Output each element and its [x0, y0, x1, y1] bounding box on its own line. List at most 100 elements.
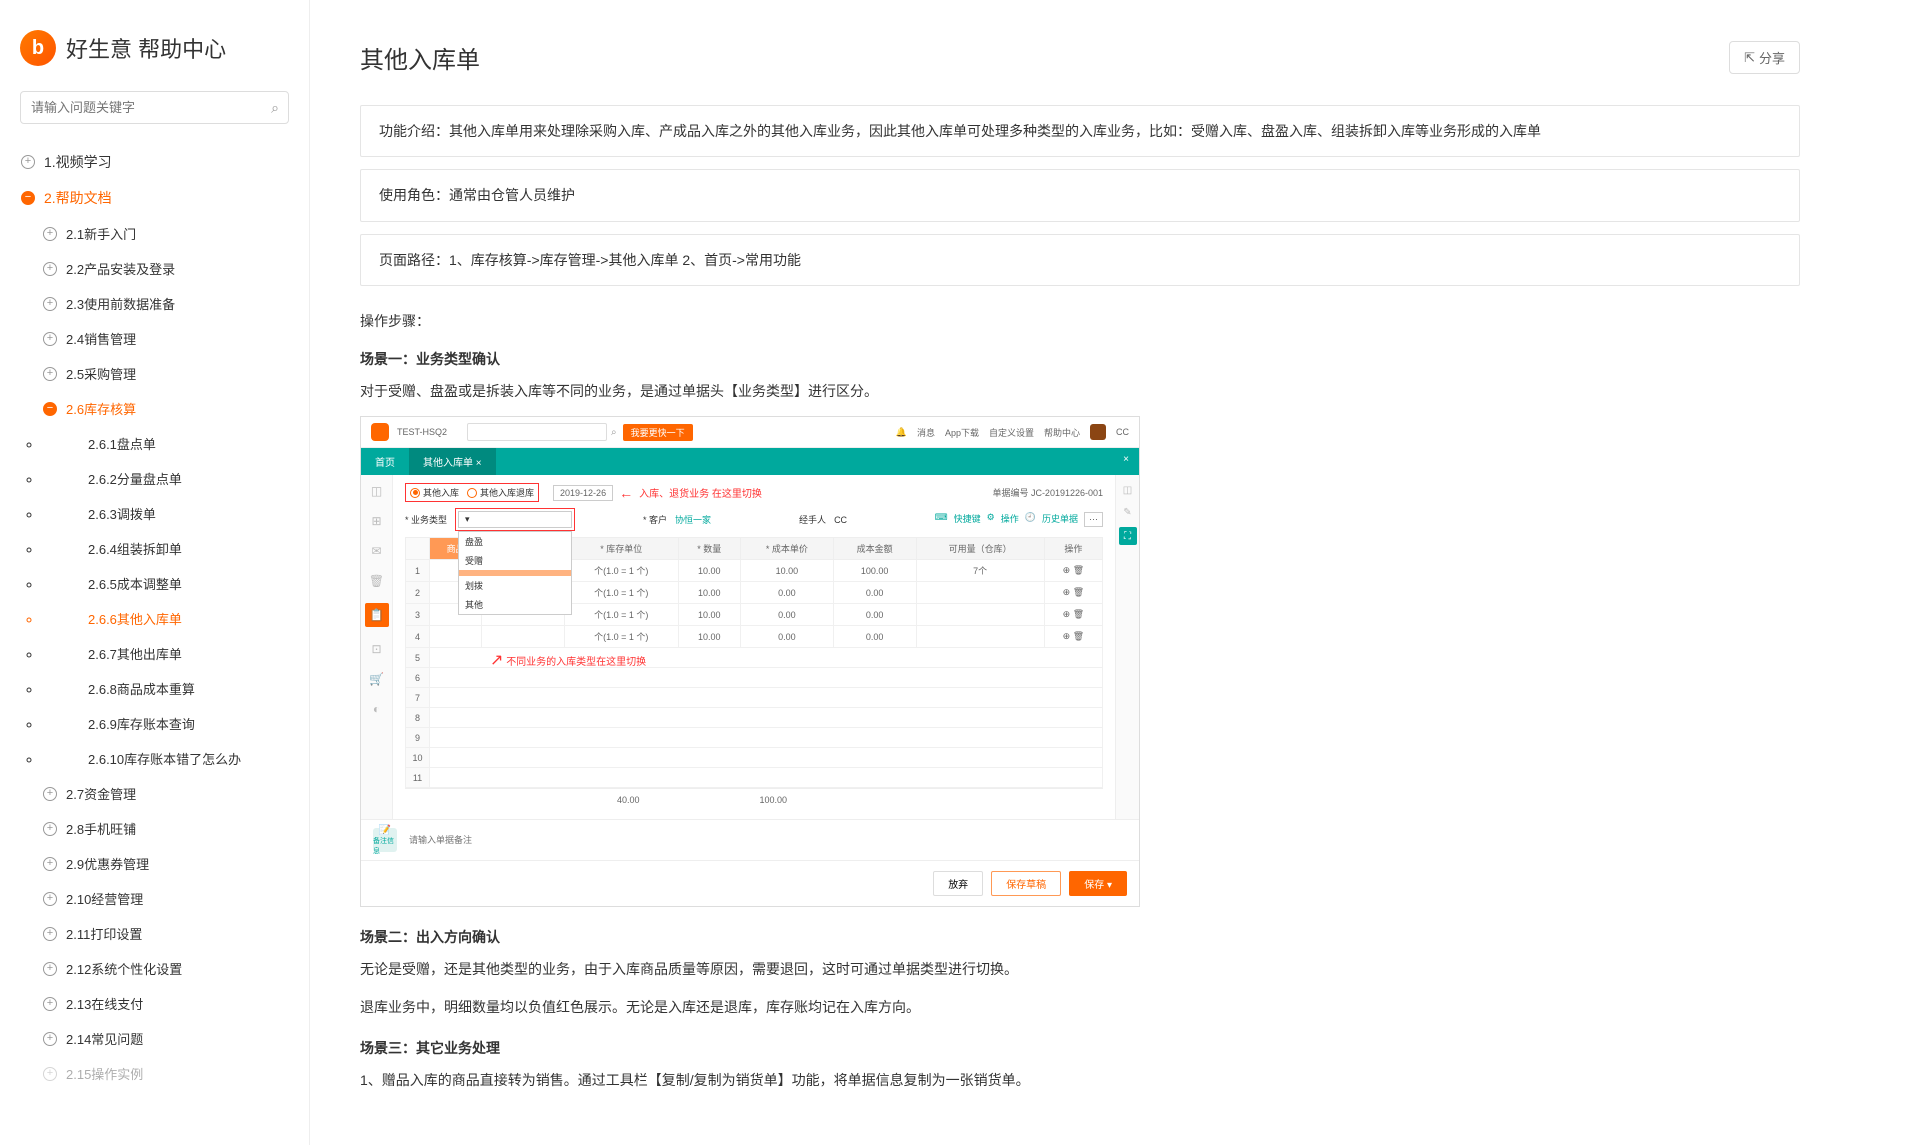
plus-icon: [43, 892, 57, 906]
ss-draft-button: 保存草稿: [991, 871, 1061, 896]
plus-icon: [43, 332, 57, 346]
ss-radio-icon: [410, 488, 420, 498]
nav-2-6-9[interactable]: 2.6.9库存账本查询: [42, 706, 289, 741]
path-box: 页面路径：1、库存核算->库存管理->其他入库单 2、首页->常用功能: [360, 234, 1800, 286]
ss-annotation-1: 入库、退货业务 在这里切换: [639, 485, 762, 500]
main-content: 其他入库单 ⇱分享 功能介绍：其他入库单用来处理除采购入库、产成品入库之外的其他…: [310, 0, 1850, 1145]
path-text: 1、库存核算->库存管理->其他入库单 2、首页->常用功能: [449, 252, 801, 268]
ss-nav-icon: 🗑: [369, 573, 385, 589]
ss-nav-icon: ⊞: [369, 513, 385, 529]
plus-icon: [43, 927, 57, 941]
nav-2-8[interactable]: 2.8手机旺铺: [42, 811, 289, 846]
scene1-title: 场景一：业务类型确认: [360, 349, 1800, 369]
nav-2-6-4[interactable]: 2.6.4组装拆卸单: [42, 531, 289, 566]
nav-2-4[interactable]: 2.4销售管理: [42, 321, 289, 356]
share-button[interactable]: ⇱分享: [1729, 41, 1800, 74]
ss-arrow-icon: ←: [619, 485, 633, 501]
intro-label: 功能介绍：: [379, 123, 449, 139]
nav: 1.视频学习 2.帮助文档 2.1新手入门 2.2产品安装及登录 2.3使用前数…: [20, 144, 289, 1091]
ss-remark-input: [405, 831, 1127, 849]
ss-avatar-icon: [1090, 424, 1106, 440]
nav-2-11[interactable]: 2.11打印设置: [42, 916, 289, 951]
nav-2-6-7[interactable]: 2.6.7其他出库单: [42, 636, 289, 671]
scene2-desc1: 无论是受赠，还是其他类型的业务，由于入库商品质量等原因，需要退回，这时可通过单据…: [360, 957, 1800, 982]
nav-2-6-3[interactable]: 2.6.3调拨单: [42, 496, 289, 531]
ss-search-icon: ⌕: [611, 427, 617, 438]
steps-title: 操作步骤：: [360, 311, 1800, 331]
nav-2-6[interactable]: 2.6库存核算: [42, 391, 289, 426]
ss-nav-icon: 🛒: [369, 671, 385, 687]
embedded-screenshot: TEST-HSQ2 ⌕ 我要更快一下 🔔消息 App下载 自定义设置 帮助中心 …: [360, 416, 1140, 907]
ss-save-button: 保存 ▾: [1069, 871, 1127, 896]
logo-row: b 好生意 帮助中心: [20, 30, 289, 66]
nav-help-docs[interactable]: 2.帮助文档: [20, 180, 289, 216]
nav-2-6-1[interactable]: 2.6.1盘点单: [42, 426, 289, 461]
ss-cancel-button: 放弃: [933, 871, 983, 896]
role-label: 使用角色：: [379, 187, 449, 203]
plus-icon: [43, 962, 57, 976]
plus-icon: [43, 1067, 57, 1081]
ss-nav-icon: ✉: [369, 543, 385, 559]
scene3-title: 场景三：其它业务处理: [360, 1038, 1800, 1058]
nav-2-1[interactable]: 2.1新手入门: [42, 216, 289, 251]
ss-gear-icon: ⚙: [987, 512, 995, 527]
nav-2-12[interactable]: 2.12系统个性化设置: [42, 951, 289, 986]
minus-icon: [43, 402, 57, 416]
ss-remark-icon: 📝备注信息: [373, 828, 397, 852]
nav-2-9[interactable]: 2.9优惠券管理: [42, 846, 289, 881]
nav-video[interactable]: 1.视频学习: [20, 144, 289, 180]
nav-2-7[interactable]: 2.7资金管理: [42, 776, 289, 811]
ss-nav-icon: ◫: [369, 483, 385, 499]
plus-icon: [43, 787, 57, 801]
ss-tab-home: 首页: [361, 448, 409, 475]
ss-nav-icon-active: 📋: [365, 603, 389, 627]
plus-icon: [43, 227, 57, 241]
nav-2-6-8[interactable]: 2.6.8商品成本重算: [42, 671, 289, 706]
scene3-desc: 1、赠品入库的商品直接转为销售。通过工具栏【复制/复制为销货单】功能，将单据信息…: [360, 1068, 1800, 1093]
ss-annotation-2: ↗ 不同业务的入库类型在这里切换: [490, 650, 646, 670]
logo-text: 好生意 帮助中心: [66, 32, 226, 64]
ss-hotkey-icon: ⌨: [935, 512, 948, 527]
nav-2-6-6[interactable]: 2.6.6其他入库单: [42, 601, 289, 636]
ss-tenant-id: TEST-HSQ2: [397, 427, 447, 437]
plus-icon: [43, 1032, 57, 1046]
search-icon[interactable]: ⌕: [271, 99, 279, 116]
scene2-title: 场景二：出入方向确认: [360, 927, 1800, 947]
share-icon: ⇱: [1744, 50, 1755, 66]
intro-text: 其他入库单用来处理除采购入库、产成品入库之外的其他入库业务，因此其他入库单可处理…: [449, 123, 1541, 139]
scene2-desc2: 退库业务中，明细数量均以负值红色展示。无论是入库还是退库，库存账均记在入库方向。: [360, 995, 1800, 1020]
page-title: 其他入库单: [360, 40, 480, 75]
ss-right-icon: ⛶: [1119, 527, 1137, 545]
plus-icon: [43, 262, 57, 276]
nav-2-15[interactable]: 2.15操作实例: [42, 1056, 289, 1091]
nav-2-3[interactable]: 2.3使用前数据准备: [42, 286, 289, 321]
nav-2-6-10[interactable]: 2.6.10库存账本错了怎么办: [42, 741, 289, 776]
ss-logo-icon: [371, 423, 389, 441]
ss-doc-id: 单据编号 JC-20191226-001: [992, 486, 1103, 499]
sidebar: b 好生意 帮助中心 ⌕ 1.视频学习 2.帮助文档 2.1新手入门 2.2产品…: [0, 0, 310, 1145]
minus-icon: [21, 191, 35, 205]
ss-right-icon: ✎: [1121, 505, 1135, 519]
plus-icon: [43, 297, 57, 311]
nav-2-10[interactable]: 2.10经营管理: [42, 881, 289, 916]
nav-2-6-2[interactable]: 2.6.2分量盘点单: [42, 461, 289, 496]
search-input[interactable]: [20, 91, 289, 124]
nav-2-5[interactable]: 2.5采购管理: [42, 356, 289, 391]
role-text: 通常由仓管人员维护: [449, 187, 575, 203]
ss-tab-current: 其他入库单 ×: [409, 448, 496, 475]
ss-nav-icon: ⊡: [369, 641, 385, 657]
ss-date: 2019-12-26: [553, 485, 613, 501]
plus-icon: [43, 367, 57, 381]
nav-2-14[interactable]: 2.14常见问题: [42, 1021, 289, 1056]
logo-icon: b: [20, 30, 56, 66]
scene1-desc: 对于受赠、盘盈或是拆装入库等不同的业务，是通过单据头【业务类型】进行区分。: [360, 379, 1800, 404]
nav-2-6-5[interactable]: 2.6.5成本调整单: [42, 566, 289, 601]
intro-box: 功能介绍：其他入库单用来处理除采购入库、产成品入库之外的其他入库业务，因此其他入…: [360, 105, 1800, 157]
nav-2-13[interactable]: 2.13在线支付: [42, 986, 289, 1021]
nav-2-2[interactable]: 2.2产品安装及登录: [42, 251, 289, 286]
plus-icon: [43, 857, 57, 871]
ss-nav-icon: ◐: [369, 701, 385, 717]
ss-history-icon: 🕘: [1025, 512, 1036, 527]
ss-msg-icon: 🔔: [896, 427, 907, 438]
ss-radio-icon: [467, 488, 477, 498]
